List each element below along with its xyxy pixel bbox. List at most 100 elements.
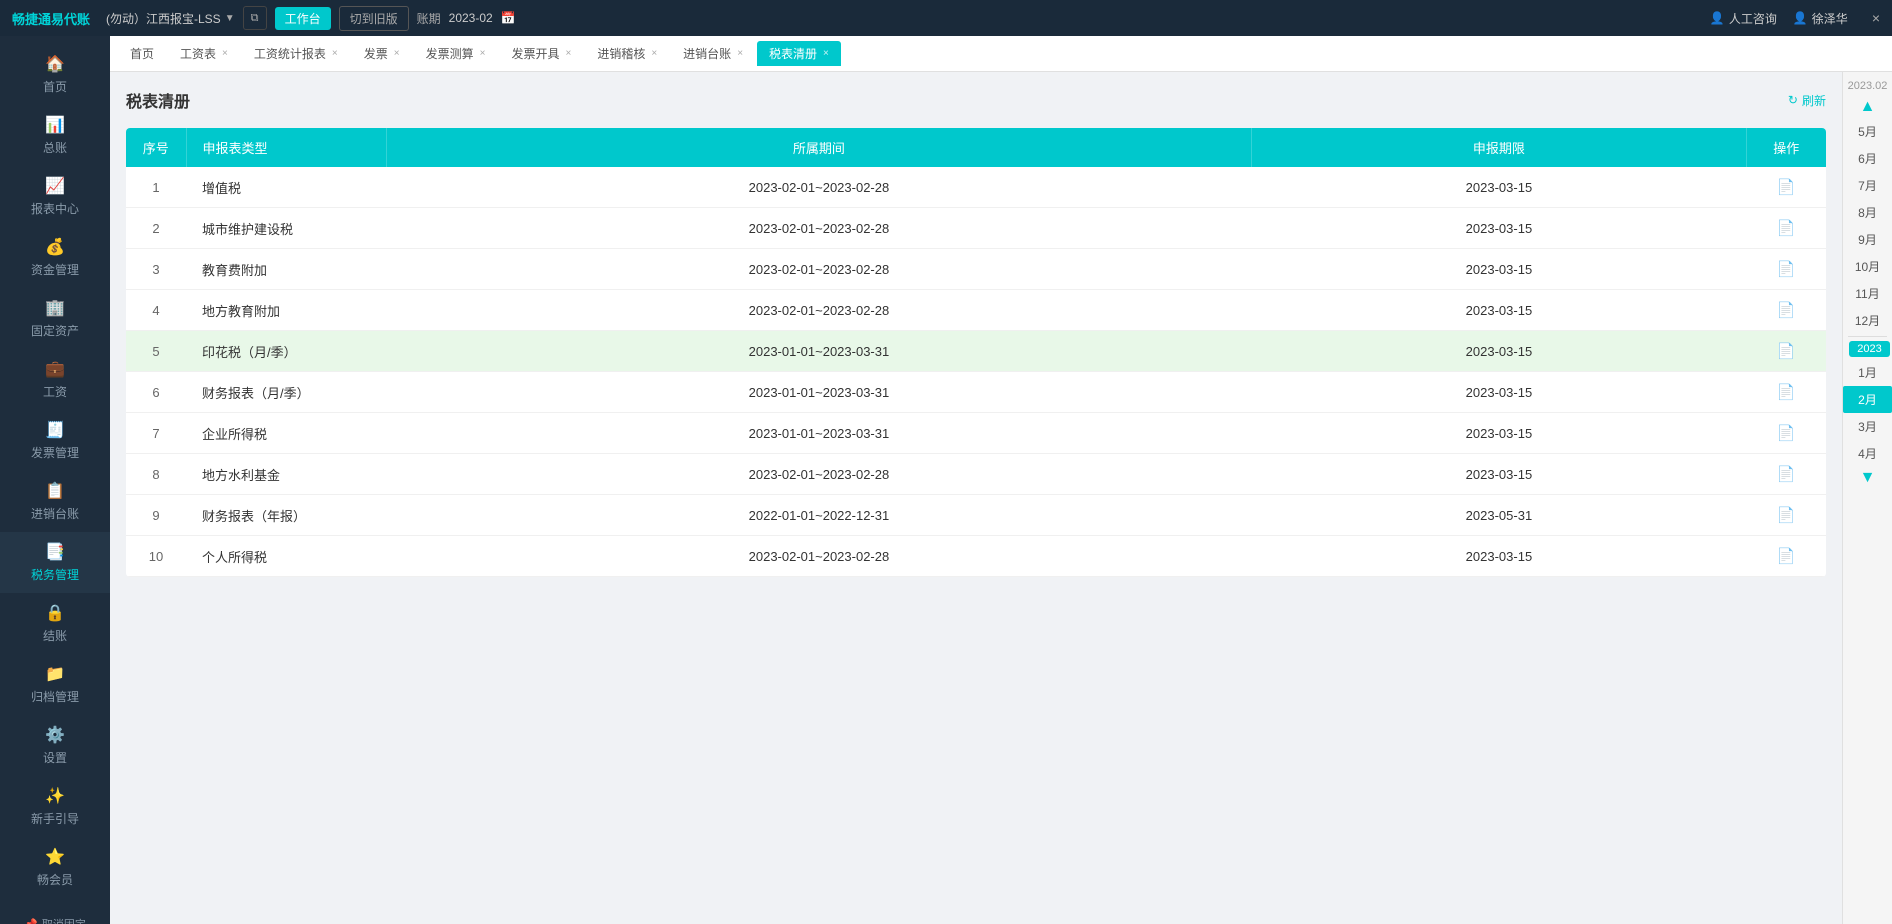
sidebar-item-tax[interactable]: 📑 税务管理 (0, 532, 110, 593)
sidebar-item-salary[interactable]: 💼 工资 (0, 349, 110, 410)
action-doc-icon[interactable]: 📄 (1776, 341, 1796, 361)
month-2-active[interactable]: 2月 (1843, 386, 1892, 413)
cell-period: 2023-02-01~2023-02-28 (386, 536, 1252, 577)
page-header: 税表清册 ↻ 刷新 (126, 88, 1826, 112)
action-doc-icon[interactable]: 📄 (1776, 546, 1796, 566)
month-11[interactable]: 11月 (1843, 280, 1892, 307)
col-deadline: 申报期限 (1252, 128, 1746, 167)
action-doc-icon[interactable]: 📄 (1776, 218, 1796, 238)
tab-tax-clear[interactable]: 税表清册 × (757, 41, 841, 66)
cell-type: 城市维护建设税 (186, 208, 386, 249)
col-type: 申报表类型 (186, 128, 386, 167)
cancel-fixed-button[interactable]: 📌 取消固定 (0, 908, 110, 924)
action-doc-icon[interactable]: 📄 (1776, 505, 1796, 525)
sidebar-item-fund[interactable]: 💰 资金管理 (0, 227, 110, 288)
tab-in-account-close[interactable]: × (737, 48, 743, 59)
in-out-icon: 📋 (45, 481, 65, 501)
app-logo: 畅捷通易代账 (12, 9, 90, 28)
cell-period: 2023-02-01~2023-02-28 (386, 208, 1252, 249)
cell-period: 2023-02-01~2023-02-28 (386, 290, 1252, 331)
tab-invoice[interactable]: 发票 × (352, 41, 412, 66)
month-nav-down[interactable]: ▼ (1860, 467, 1876, 489)
workbench-button[interactable]: 工作台 (275, 7, 331, 30)
tab-in-check-close[interactable]: × (651, 48, 657, 59)
copy-icon[interactable]: ⧉ (243, 6, 267, 30)
month-1[interactable]: 1月 (1843, 359, 1892, 386)
user-profile[interactable]: 👤 徐泽华 (1793, 10, 1848, 27)
period-value: 2023-02 (449, 11, 493, 25)
company-selector[interactable]: (勿动）江西报宝-LSS ▼ (106, 10, 235, 27)
cell-deadline: 2023-03-15 (1252, 290, 1746, 331)
table-body: 1 增值税 2023-02-01~2023-02-28 2023-03-15 📄… (126, 167, 1826, 577)
sidebar-item-label: 畅会员 (37, 871, 73, 888)
action-doc-icon[interactable]: 📄 (1776, 300, 1796, 320)
tab-tax-clear-close[interactable]: × (823, 48, 829, 59)
cell-type: 地方教育附加 (186, 290, 386, 331)
window-close-button[interactable]: × (1872, 10, 1880, 26)
tab-in-account[interactable]: 进销台账 × (671, 41, 755, 66)
calendar-icon[interactable]: 📅 (501, 11, 516, 25)
cell-action: 📄 (1746, 290, 1826, 331)
cell-action: 📄 (1746, 495, 1826, 536)
sidebar-item-report[interactable]: 📈 报表中心 (0, 166, 110, 227)
sidebar-item-archive[interactable]: 📁 归档管理 (0, 654, 110, 715)
month-12[interactable]: 12月 (1843, 307, 1892, 334)
tab-invoice-open[interactable]: 发票开具 × (499, 41, 583, 66)
month-4[interactable]: 4月 (1843, 440, 1892, 467)
year-separator (1848, 336, 1887, 337)
refresh-button[interactable]: ↻ 刷新 (1788, 92, 1826, 109)
month-8[interactable]: 8月 (1843, 199, 1892, 226)
top-bar-right: 👤 人工咨询 👤 徐泽华 × (1710, 10, 1880, 27)
tab-in-check[interactable]: 进销稽核 × (585, 41, 669, 66)
tab-invoice-open-close[interactable]: × (565, 48, 571, 59)
action-doc-icon[interactable]: 📄 (1776, 177, 1796, 197)
sidebar-item-invoice-mgr[interactable]: 🧾 发票管理 (0, 410, 110, 471)
sidebar-item-in-out[interactable]: 📋 进销台账 (0, 471, 110, 532)
cell-deadline: 2023-03-15 (1252, 454, 1746, 495)
sidebar-item-guide[interactable]: ✨ 新手引导 (0, 776, 110, 837)
tab-salary-stat-close[interactable]: × (332, 48, 338, 59)
tab-invoice-close[interactable]: × (394, 48, 400, 59)
ai-consult[interactable]: 👤 人工咨询 (1710, 10, 1777, 27)
sidebar-item-fixed[interactable]: 🏢 固定资产 (0, 288, 110, 349)
ai-icon: 👤 (1710, 11, 1725, 25)
sidebar-item-label: 结账 (43, 627, 67, 644)
tab-invoice-calc-label: 发票测算 (426, 45, 474, 62)
month-10[interactable]: 10月 (1843, 253, 1892, 280)
cell-seq: 8 (126, 454, 186, 495)
sidebar-item-close[interactable]: 🔒 结账 (0, 593, 110, 654)
table-row: 4 地方教育附加 2023-02-01~2023-02-28 2023-03-1… (126, 290, 1826, 331)
month-6[interactable]: 6月 (1843, 145, 1892, 172)
company-name: (勿动）江西报宝-LSS (106, 10, 221, 27)
month-3[interactable]: 3月 (1843, 413, 1892, 440)
month-nav-up[interactable]: ▲ (1860, 96, 1876, 118)
fixed-asset-icon: 🏢 (45, 298, 65, 318)
fund-icon: 💰 (45, 237, 65, 257)
cell-type: 财务报表（年报） (186, 495, 386, 536)
tab-salary[interactable]: 工资表 × (168, 41, 240, 66)
tab-salary-close[interactable]: × (222, 48, 228, 59)
action-doc-icon[interactable]: 📄 (1776, 382, 1796, 402)
cell-seq: 6 (126, 372, 186, 413)
switch-old-button[interactable]: 切到旧版 (339, 6, 409, 31)
month-5[interactable]: 5月 (1843, 118, 1892, 145)
cell-seq: 3 (126, 249, 186, 290)
tab-invoice-calc[interactable]: 发票测算 × (414, 41, 498, 66)
action-doc-icon[interactable]: 📄 (1776, 464, 1796, 484)
tab-invoice-calc-close[interactable]: × (480, 48, 486, 59)
action-doc-icon[interactable]: 📄 (1776, 423, 1796, 443)
sidebar-item-ledger[interactable]: 📊 总账 (0, 105, 110, 166)
action-doc-icon[interactable]: 📄 (1776, 259, 1796, 279)
sidebar-item-home[interactable]: 🏠 首页 (0, 44, 110, 105)
tab-tax-clear-label: 税表清册 (769, 45, 817, 62)
sidebar-item-vip[interactable]: ⭐ 畅会员 (0, 837, 110, 898)
month-7[interactable]: 7月 (1843, 172, 1892, 199)
tab-home[interactable]: 首页 (118, 41, 166, 66)
table-row: 2 城市维护建设税 2023-02-01~2023-02-28 2023-03-… (126, 208, 1826, 249)
tab-invoice-open-label: 发票开具 (511, 45, 559, 62)
tab-salary-stat[interactable]: 工资统计报表 × (242, 41, 350, 66)
sidebar-item-settings[interactable]: ⚙️ 设置 (0, 715, 110, 776)
cell-type: 地方水利基金 (186, 454, 386, 495)
month-9[interactable]: 9月 (1843, 226, 1892, 253)
archive-icon: 📁 (45, 664, 65, 684)
